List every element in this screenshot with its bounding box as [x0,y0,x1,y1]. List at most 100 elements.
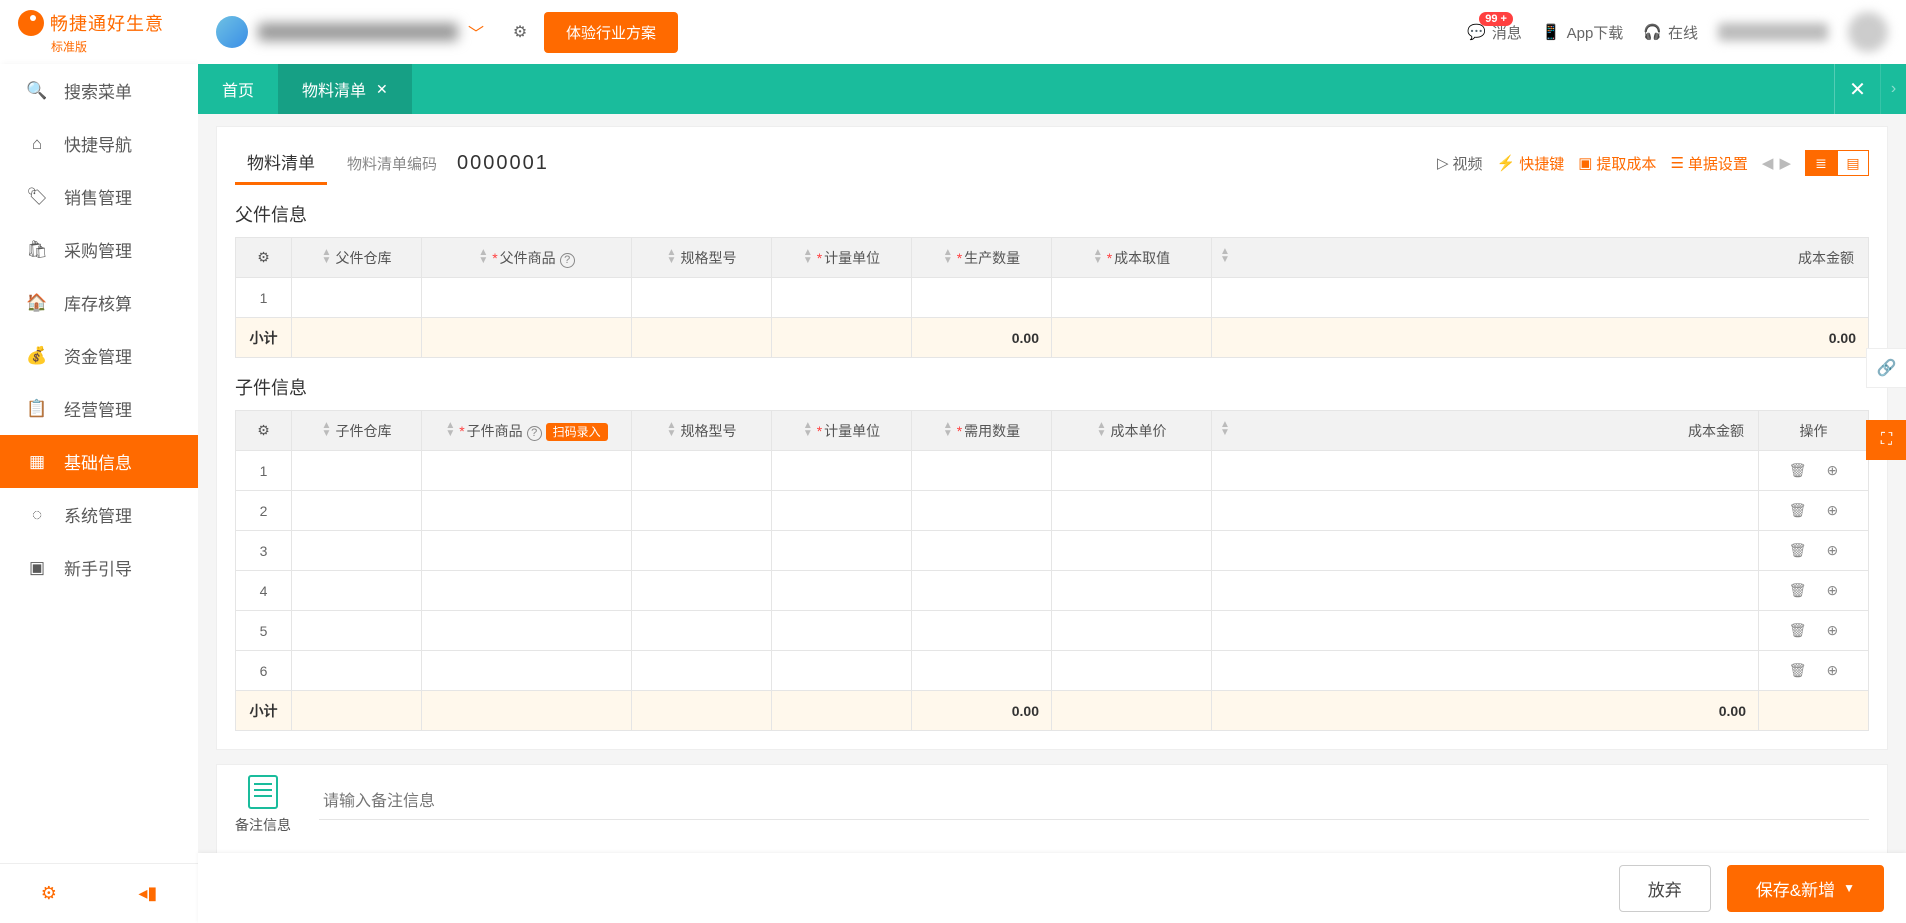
cell-child-unit[interactable] [772,571,912,611]
prev-record-button[interactable]: ◀ [1762,154,1774,172]
cell-child-warehouse[interactable] [292,451,422,491]
next-record-button[interactable]: ▶ [1779,154,1791,172]
list-view-button[interactable]: ≣ [1805,150,1837,176]
tab-bom[interactable]: 物料清单 ✕ [278,64,412,114]
save-and-new-button[interactable]: 保存&新增 ▼ [1727,865,1884,912]
card-view-button[interactable]: ▤ [1837,150,1869,176]
cell-child-warehouse[interactable] [292,531,422,571]
cell-parent-cost-mode[interactable] [1052,278,1212,318]
sidebar-collapse-button[interactable]: ◂▮ [138,883,157,904]
cell-child-product[interactable] [422,611,632,651]
cell-parent-spec[interactable] [632,278,772,318]
settings-button[interactable]: ⚙ [502,14,538,50]
add-row-button[interactable]: ⊕ [1822,662,1844,679]
discard-button[interactable]: 放弃 [1619,865,1711,912]
bom-title-tab[interactable]: 物料清单 [235,141,327,185]
sidebar-item-search[interactable]: 🔍 搜索菜单 [0,64,198,117]
tabs-close-all-button[interactable]: ✕ [1834,64,1880,114]
delete-row-button[interactable]: 🗑 [1784,662,1812,679]
app-download-link[interactable]: 📱 App下载 [1542,22,1623,43]
cell-child-unit-cost[interactable] [1052,531,1212,571]
sidebar-settings-button[interactable]: ⚙ [41,883,57,904]
cell-child-cost-amt[interactable] [1212,531,1759,571]
cell-child-product[interactable] [422,651,632,691]
cell-parent-warehouse[interactable] [292,278,422,318]
cell-parent-cost-amt[interactable] [1212,278,1869,318]
sidebar-item-system[interactable]: ◌ 系统管理 [0,488,198,541]
add-row-button[interactable]: ⊕ [1822,502,1844,519]
org-selector[interactable]: ﹀ [204,10,496,54]
cell-child-warehouse[interactable] [292,491,422,531]
cell-child-warehouse[interactable] [292,571,422,611]
col-parent-cost-amt[interactable]: ▲▼成本金额 [1212,238,1869,278]
cell-child-cost-amt[interactable] [1212,611,1759,651]
cell-child-unit[interactable] [772,491,912,531]
delete-row-button[interactable]: 🗑 [1784,502,1812,519]
tabs-scroll-button[interactable]: › [1880,64,1906,114]
config-header[interactable]: ⚙ [236,411,292,451]
cell-child-qty[interactable] [912,531,1052,571]
cell-child-qty[interactable] [912,451,1052,491]
col-child-unit[interactable]: ▲▼*计量单位 [772,411,912,451]
add-row-button[interactable]: ⊕ [1822,542,1844,559]
cell-child-unit[interactable] [772,651,912,691]
child-row[interactable]: 2🗑⊕ [236,491,1869,531]
delete-row-button[interactable]: 🗑 [1784,462,1812,479]
cell-child-unit-cost[interactable] [1052,651,1212,691]
sidebar-item-fund[interactable]: 💰 资金管理 [0,329,198,382]
cell-child-product[interactable] [422,491,632,531]
col-child-spec[interactable]: ▲▼规格型号 [632,411,772,451]
cell-child-spec[interactable] [632,491,772,531]
cell-child-qty[interactable] [912,611,1052,651]
cell-child-spec[interactable] [632,611,772,651]
delete-row-button[interactable]: 🗑 [1784,622,1812,639]
sidebar-item-business[interactable]: 📋 经营管理 [0,382,198,435]
child-row[interactable]: 5🗑⊕ [236,611,1869,651]
cell-child-spec[interactable] [632,651,772,691]
add-row-button[interactable]: ⊕ [1822,462,1844,479]
cell-parent-unit[interactable] [772,278,912,318]
cell-child-unit-cost[interactable] [1052,571,1212,611]
experience-plan-button[interactable]: 体验行业方案 [544,12,678,53]
child-row[interactable]: 1🗑⊕ [236,451,1869,491]
online-support-link[interactable]: 🎧 在线 [1643,22,1698,43]
shortcut-link[interactable]: ⚡ 快捷键 [1497,153,1565,174]
col-parent-product[interactable]: ▲▼*父件商品? [422,238,632,278]
col-parent-warehouse[interactable]: ▲▼父件仓库 [292,238,422,278]
col-parent-unit[interactable]: ▲▼*计量单位 [772,238,912,278]
sidebar-item-base-info[interactable]: ▦ 基础信息 [0,435,198,488]
child-row[interactable]: 3🗑⊕ [236,531,1869,571]
cell-child-product[interactable] [422,571,632,611]
cell-child-unit[interactable] [772,451,912,491]
cell-child-qty[interactable] [912,651,1052,691]
cell-child-qty[interactable] [912,491,1052,531]
cell-child-unit-cost[interactable] [1052,451,1212,491]
col-child-unit-cost[interactable]: ▲▼成本单价 [1052,411,1212,451]
cell-child-cost-amt[interactable] [1212,491,1759,531]
cell-child-unit[interactable] [772,611,912,651]
col-child-cost-amt[interactable]: ▲▼成本金额 [1212,411,1759,451]
scan-input-button[interactable]: 扫码录入 [546,423,608,441]
col-parent-cost-mode[interactable]: ▲▼*成本取值 [1052,238,1212,278]
attachment-edge-tab[interactable]: 🔗 [1866,348,1906,388]
add-row-button[interactable]: ⊕ [1822,582,1844,599]
cell-child-product[interactable] [422,451,632,491]
cell-child-spec[interactable] [632,531,772,571]
help-icon[interactable]: ? [527,426,542,441]
doc-setting-link[interactable]: ☰ 单据设置 [1670,153,1747,174]
child-row[interactable]: 4🗑⊕ [236,571,1869,611]
sidebar-item-purchase[interactable]: 🛍 采购管理 [0,223,198,276]
parent-row[interactable]: 1 [236,278,1869,318]
col-parent-spec[interactable]: ▲▼规格型号 [632,238,772,278]
cell-child-cost-amt[interactable] [1212,651,1759,691]
config-header[interactable]: ⚙ [236,238,292,278]
remark-input[interactable] [319,775,1869,820]
child-row[interactable]: 6🗑⊕ [236,651,1869,691]
cell-child-spec[interactable] [632,571,772,611]
tab-home[interactable]: 首页 [198,64,278,114]
help-icon[interactable]: ? [560,253,575,268]
col-child-qty[interactable]: ▲▼*需用数量 [912,411,1052,451]
pick-cost-link[interactable]: ▣ 提取成本 [1578,153,1656,174]
cell-child-unit[interactable] [772,531,912,571]
delete-row-button[interactable]: 🗑 [1784,542,1812,559]
